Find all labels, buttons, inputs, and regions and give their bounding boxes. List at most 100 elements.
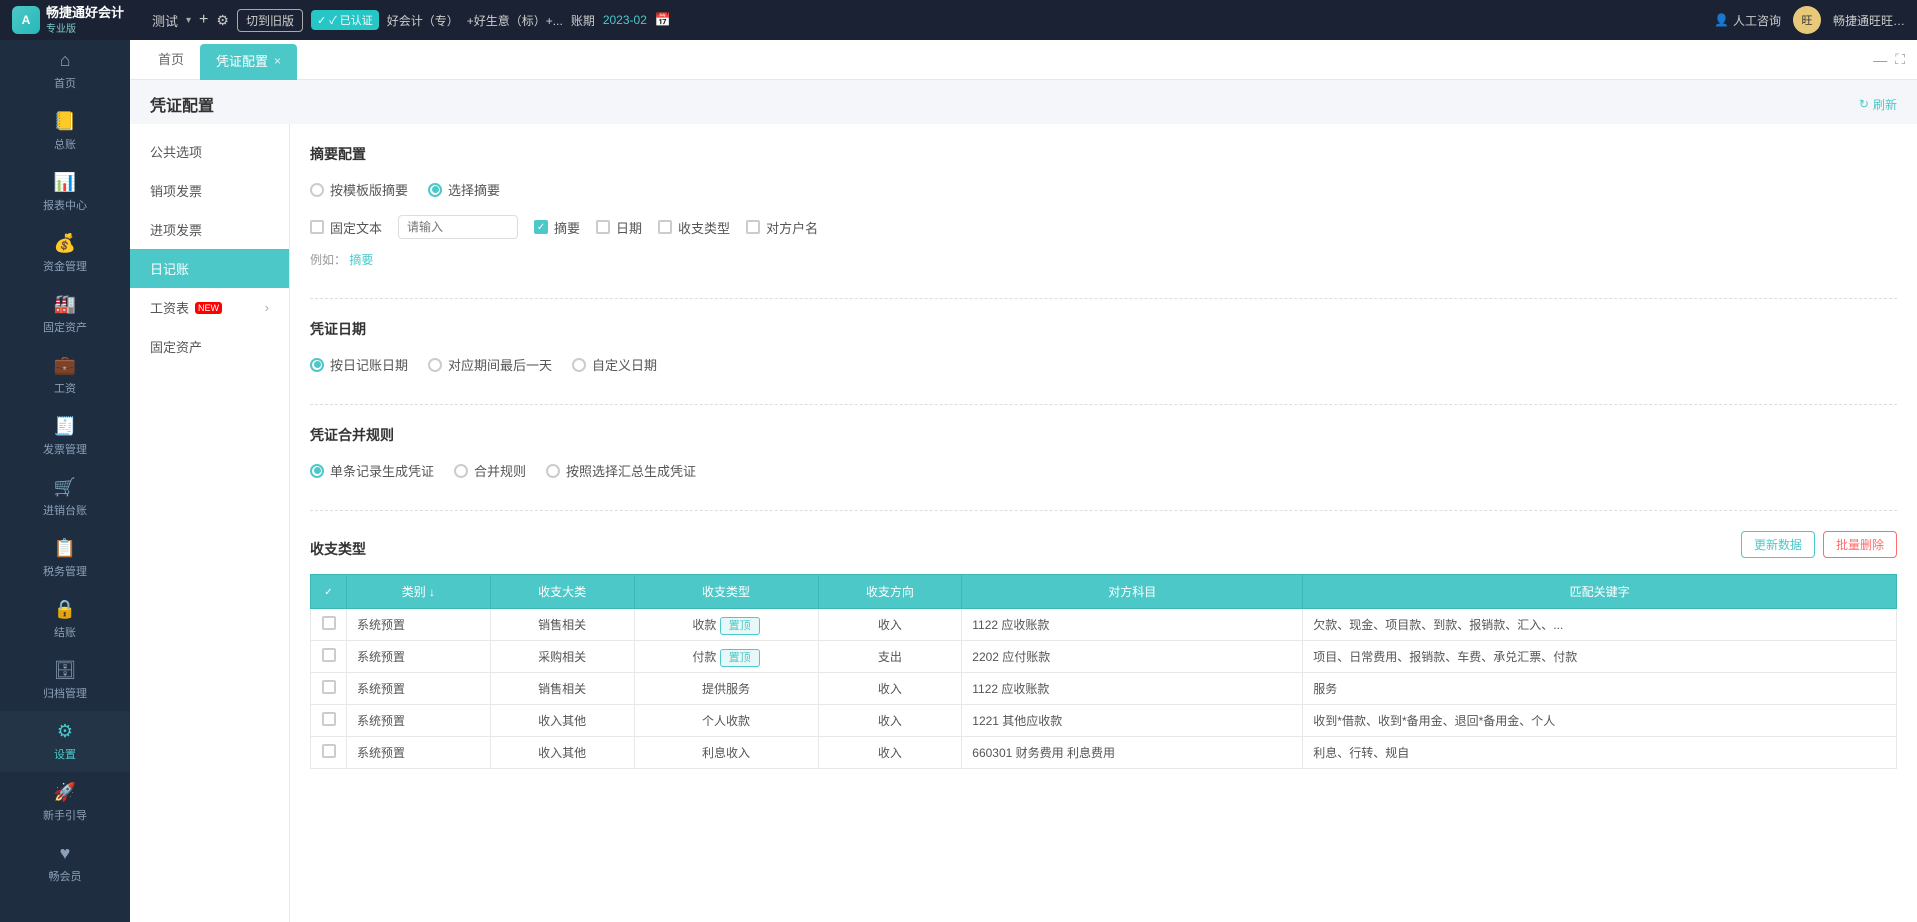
table-row: 系统预置 收入其他 个人收款 收入 1221 其他应收款 收到*借款、收到*备用…: [311, 705, 1897, 737]
row-checkbox[interactable]: [322, 648, 336, 662]
switch-version-button[interactable]: 切到旧版: [237, 9, 303, 32]
row-direction: 收入: [818, 737, 962, 769]
table-row: 系统预置 采购相关 付款 置顶 支出 2202 应付账款 项目、日常费用、报销款…: [311, 641, 1897, 673]
row-checkbox-cell[interactable]: [311, 609, 347, 641]
row-account: 2202 应付账款: [962, 641, 1303, 673]
sidebar-item-purchase[interactable]: 🛒 进销台账: [0, 467, 130, 528]
left-nav-fixed-assets[interactable]: 固定资产: [130, 327, 289, 366]
service-icon: 👤: [1714, 13, 1729, 27]
summary-radio-group: 按模板版摘要 选择摘要: [310, 180, 1897, 199]
newbie-icon: 🚀: [54, 782, 76, 803]
radio-journal-date[interactable]: 按日记账日期: [310, 355, 408, 374]
add-icon[interactable]: +: [199, 11, 208, 29]
sidebar-item-newbie[interactable]: 🚀 新手引导: [0, 772, 130, 833]
checkbox-counterparty[interactable]: 对方户名: [746, 218, 818, 237]
left-nav: 公共选项 销项发票 进项发票 日记账 工资表 NEW › 固定资产: [130, 124, 290, 922]
col-keywords: 匹配关键字: [1303, 575, 1897, 609]
sidebar-item-archive[interactable]: 🗄 归档管理: [0, 650, 130, 711]
sidebar-item-reports[interactable]: 📊 报表中心: [0, 162, 130, 223]
income-expense-section: 收支类型 更新数据 批量删除 ✓ 类别 ↓: [310, 531, 1897, 769]
row-checkbox[interactable]: [322, 712, 336, 726]
radio-single[interactable]: 单条记录生成凭证: [310, 461, 434, 480]
sidebar-label-archive: 归档管理: [43, 685, 87, 701]
tab-voucher-config[interactable]: 凭证配置 ×: [200, 44, 297, 80]
page-title: 凭证配置: [150, 92, 214, 116]
row-income-type: 利息收入: [634, 737, 818, 769]
col-checkbox: ✓: [311, 575, 347, 609]
good-acc-label: 好会计（专）: [387, 12, 459, 29]
sidebar-item-settings[interactable]: ⚙ 设置: [0, 711, 130, 772]
left-nav-public[interactable]: 公共选项: [130, 132, 289, 171]
row-checkbox[interactable]: [322, 680, 336, 694]
tab-minimize-button[interactable]: —: [1873, 52, 1887, 68]
row-keywords: 利息、行转、规自: [1303, 737, 1897, 769]
counterparty-checkbox: [746, 220, 760, 234]
sidebar-item-member[interactable]: ♥ 畅会员: [0, 833, 130, 894]
sidebar-item-invoice[interactable]: 🧾 发票管理: [0, 406, 130, 467]
left-nav-sales-invoice[interactable]: 销项发票: [130, 171, 289, 210]
username-label: 畅捷通旺旺…: [1833, 12, 1905, 29]
row-direction: 收入: [818, 609, 962, 641]
row-checkbox-cell[interactable]: [311, 641, 347, 673]
radio-merge[interactable]: 合并规则: [454, 461, 526, 480]
reset-tag[interactable]: 置顶: [720, 617, 760, 635]
journal-date-radio: [310, 358, 324, 372]
radio-custom-date[interactable]: 自定义日期: [572, 355, 657, 374]
table-row: 系统预置 收入其他 利息收入 收入 660301 财务费用 利息费用 利息、行转…: [311, 737, 1897, 769]
row-income-type: 个人收款: [634, 705, 818, 737]
sidebar-item-home[interactable]: ⌂ 首页: [0, 40, 130, 101]
left-nav-journal[interactable]: 日记账: [130, 249, 289, 288]
checkbox-fixed-text[interactable]: 固定文本: [310, 218, 382, 237]
reset-tag[interactable]: 置顶: [720, 649, 760, 667]
gear-icon[interactable]: ⚙: [216, 12, 229, 29]
row-checkbox-cell[interactable]: [311, 737, 347, 769]
row-checkbox[interactable]: [322, 744, 336, 758]
sidebar-item-ledger[interactable]: 📒 总账: [0, 101, 130, 162]
batch-delete-button[interactable]: 批量删除: [1823, 531, 1897, 558]
row-checkbox-cell[interactable]: [311, 705, 347, 737]
row-checkbox[interactable]: [322, 616, 336, 630]
table-body: 系统预置 销售相关 收款 置顶 收入 1122 应收账款 欠款、现金、项目款、到…: [311, 609, 1897, 769]
sidebar-label-invoice: 发票管理: [43, 441, 87, 457]
update-data-button[interactable]: 更新数据: [1741, 531, 1815, 558]
radio-summary-gen[interactable]: 按照选择汇总生成凭证: [546, 461, 696, 480]
sidebar-label-assets: 固定资产: [43, 319, 87, 335]
tab-close-icon[interactable]: ×: [274, 54, 281, 68]
logo-area: A 畅捷通好会计 专业版: [12, 5, 142, 36]
row-major-type: 收入其他: [490, 705, 634, 737]
test-caret-icon[interactable]: ▾: [186, 15, 191, 26]
sidebar-item-close[interactable]: 🔒 结账: [0, 589, 130, 650]
checkbox-summary[interactable]: ✓ 摘要: [534, 218, 580, 237]
sidebar-label-home: 首页: [54, 75, 76, 91]
table-header-row: ✓ 类别 ↓ 收支大类 收支类型 收支方向 对方科目 匹配关键字: [311, 575, 1897, 609]
row-checkbox-cell[interactable]: [311, 673, 347, 705]
row-major-type: 销售相关: [490, 609, 634, 641]
tab-maximize-button[interactable]: ⛶: [1895, 51, 1905, 68]
invoice-icon: 🧾: [54, 416, 76, 437]
tab-home[interactable]: 首页: [142, 40, 200, 80]
checkbox-date[interactable]: 日期: [596, 218, 642, 237]
left-nav-purchase-invoice[interactable]: 进项发票: [130, 210, 289, 249]
sidebar-item-funds[interactable]: 💰 资金管理: [0, 223, 130, 284]
service-button[interactable]: 👤 人工咨询: [1714, 12, 1781, 29]
sidebar-item-tax[interactable]: 📋 税务管理: [0, 528, 130, 589]
income-expense-table: ✓ 类别 ↓ 收支大类 收支类型 收支方向 对方科目 匹配关键字: [310, 574, 1897, 769]
refresh-button[interactable]: ↻ 刷新: [1859, 96, 1897, 113]
row-account: 1221 其他应收款: [962, 705, 1303, 737]
voucher-merge-section: 凭证合并规则 单条记录生成凭证 合并规则 按照选择汇总生成凭证: [310, 425, 1897, 480]
sidebar-item-salary[interactable]: 💼 工资: [0, 345, 130, 406]
sidebar-label-member: 畅会员: [49, 868, 82, 884]
sidebar-label-close: 结账: [54, 624, 76, 640]
radio-template[interactable]: 按模板版摘要: [310, 180, 408, 199]
row-direction: 支出: [818, 641, 962, 673]
radio-period-last[interactable]: 对应期间最后一天: [428, 355, 552, 374]
fixed-text-input[interactable]: [398, 215, 518, 239]
checkbox-type[interactable]: 收支类型: [658, 218, 730, 237]
row-category: 系统预置: [347, 609, 491, 641]
sidebar-label-ledger: 总账: [54, 136, 76, 152]
radio-select[interactable]: 选择摘要: [428, 180, 500, 199]
left-nav-salary-table[interactable]: 工资表 NEW ›: [130, 288, 289, 327]
header-checkbox[interactable]: ✓: [322, 585, 336, 599]
sidebar-item-assets[interactable]: 🏭 固定资产: [0, 284, 130, 345]
test-label: 测试: [152, 11, 178, 30]
